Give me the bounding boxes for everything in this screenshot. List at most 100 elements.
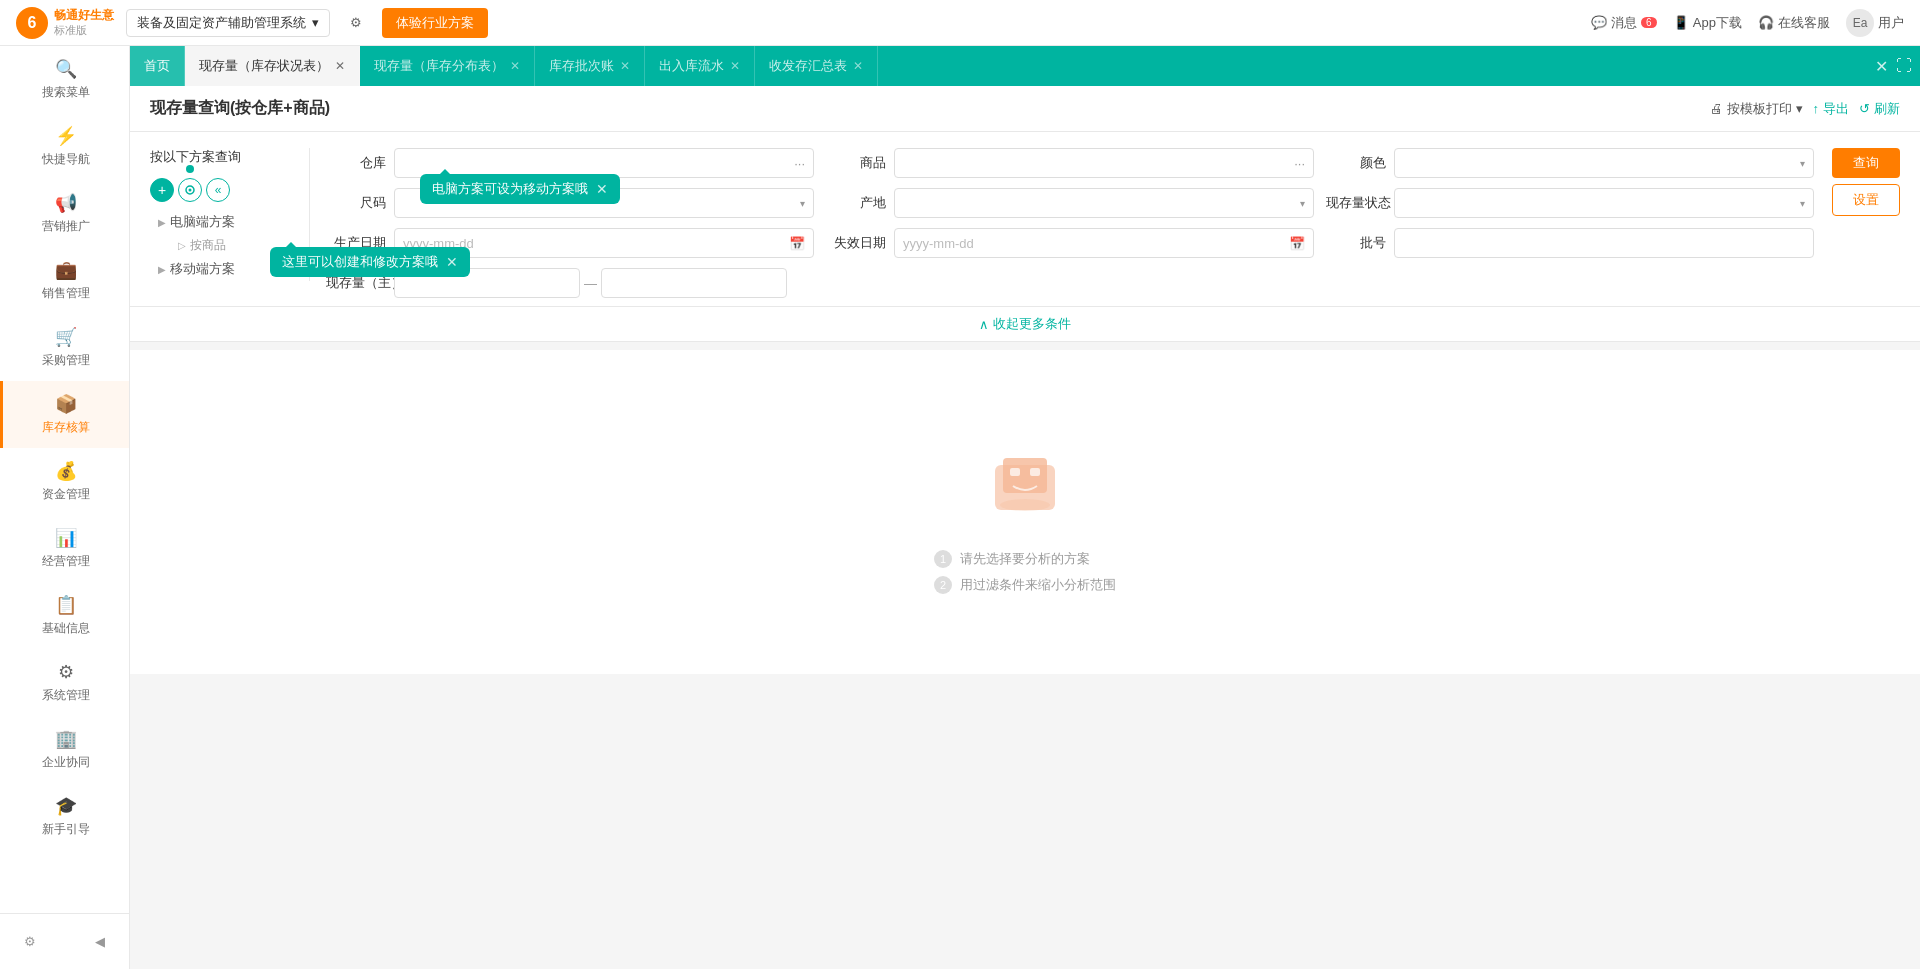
dots-menu-product[interactable]: ··· xyxy=(1294,156,1305,171)
search-button[interactable]: 查询 xyxy=(1832,148,1900,178)
empty-steps: 1 请先选择要分析的方案 2 用过滤条件来缩小分析范围 xyxy=(934,550,1116,594)
expiry-date-placeholder: yyyy-mm-dd xyxy=(903,236,974,251)
empty-illustration xyxy=(975,430,1075,530)
product-label: 商品 xyxy=(826,154,886,172)
step-2-text: 用过滤条件来缩小分析范围 xyxy=(960,576,1116,594)
refresh-btn[interactable]: ↺ 刷新 xyxy=(1859,100,1900,118)
sidebar-item-operations[interactable]: 📊 经营管理 xyxy=(0,515,129,582)
origin-select[interactable]: ▾ xyxy=(894,188,1314,218)
logo-line1: 畅通好生意 xyxy=(54,8,114,24)
collapse-bar[interactable]: ∧ 收起更多条件 xyxy=(130,307,1920,342)
edit-scheme-btn[interactable] xyxy=(178,178,202,202)
tab-inventory-dist[interactable]: 现存量（库存分布表） ✕ xyxy=(360,46,535,86)
tab-inout[interactable]: 出入库流水 ✕ xyxy=(645,46,755,86)
tab-bar-right: ✕ ⛶ xyxy=(1867,46,1920,86)
sidebar-label-finance: 资金管理 xyxy=(42,486,90,503)
tab-maximize-btn[interactable]: ⛶ xyxy=(1896,57,1912,75)
sidebar-item-system[interactable]: ⚙ 系统管理 xyxy=(0,649,129,716)
tab-inventory-status[interactable]: 现存量（库存状况表） ✕ xyxy=(185,46,360,86)
industry-button[interactable]: 体验行业方案 xyxy=(382,8,488,38)
dots-menu-warehouse[interactable]: ··· xyxy=(794,156,805,171)
tooltip-create-scheme: 这里可以创建和修改方案哦 ✕ xyxy=(270,247,470,277)
sidebar-item-finance[interactable]: 💰 资金管理 xyxy=(0,448,129,515)
tab-home[interactable]: 首页 xyxy=(130,46,185,86)
filter-right-buttons: 查询 设置 xyxy=(1832,148,1900,216)
page-title: 现存量查询(按仓库+商品) xyxy=(150,98,330,119)
sidebar-item-enterprise[interactable]: 🏢 企业协同 xyxy=(0,716,129,783)
tab-inventory-status-close[interactable]: ✕ xyxy=(335,59,345,73)
filter-row-3: 生产日期 yyyy-mm-dd 📅 失效日期 yyyy-mm xyxy=(326,228,1814,258)
app-download-item[interactable]: 📱 App下载 xyxy=(1673,14,1742,32)
filter-fields: 仓库 ··· 商品 xyxy=(326,148,1814,298)
tooltip-create-scheme-text: 这里可以创建和修改方案哦 xyxy=(282,253,438,271)
sidebar-item-search-menu[interactable]: 🔍 搜索菜单 xyxy=(0,46,129,113)
sidebar-item-inventory[interactable]: 📦 库存核算 xyxy=(0,381,129,448)
sidebar-collapse-btn[interactable]: ◀ xyxy=(83,922,117,961)
chevron-down-icon: ▾ xyxy=(312,15,319,30)
sidebar-settings-btn[interactable]: ⚙ xyxy=(12,922,48,961)
tab-batch[interactable]: 库存批次账 ✕ xyxy=(535,46,645,86)
tab-summary[interactable]: 收发存汇总表 ✕ xyxy=(755,46,878,86)
sidebar-item-guide[interactable]: 🎓 新手引导 xyxy=(0,783,129,850)
tab-summary-close[interactable]: ✕ xyxy=(853,59,863,73)
tab-close-all-btn[interactable]: ✕ xyxy=(1875,57,1888,76)
collapse-label: 收起更多条件 xyxy=(993,315,1071,333)
chart-icon: 📊 xyxy=(55,527,77,549)
chevron-stock-icon: ▾ xyxy=(1800,198,1805,209)
scheme-desktop-sub-label: 按商品 xyxy=(190,237,226,254)
expand-arrow-mobile-icon: ▶ xyxy=(158,264,166,275)
add-scheme-btn[interactable]: + xyxy=(150,178,174,202)
chevron-size-icon: ▾ xyxy=(800,198,805,209)
tooltip-create-scheme-close[interactable]: ✕ xyxy=(446,254,458,270)
reset-button[interactable]: 设置 xyxy=(1832,184,1900,216)
step-2-num: 2 xyxy=(934,576,952,594)
batch-input[interactable] xyxy=(1394,228,1814,258)
phone-icon: 📱 xyxy=(1673,15,1689,30)
graduate-icon: 🎓 xyxy=(55,795,77,817)
message-item[interactable]: 💬 消息 6 xyxy=(1591,14,1657,32)
stock-status-group: 现存量状态 ▾ xyxy=(1326,188,1814,218)
color-group: 颜色 ▾ xyxy=(1326,148,1814,178)
scheme-desktop[interactable]: ▶ 电脑端方案 xyxy=(150,210,299,234)
online-support-label: 在线客服 xyxy=(1778,14,1830,32)
expiry-date-input[interactable]: yyyy-mm-dd 📅 xyxy=(894,228,1314,258)
stock-status-select[interactable]: ▾ xyxy=(1394,188,1814,218)
sidebar-item-quick-nav[interactable]: ⚡ 快捷导航 xyxy=(0,113,129,180)
chevron-down-icon: ▾ xyxy=(1796,101,1803,116)
system-selector[interactable]: 装备及固定资产辅助管理系统 ▾ xyxy=(126,9,330,37)
stock-qty-max[interactable] xyxy=(601,268,787,298)
sidebar-label-quick-nav: 快捷导航 xyxy=(42,151,90,168)
template-print-btn[interactable]: 🖨 按模板打印 ▾ xyxy=(1710,100,1803,118)
tooltip-scheme-name-close[interactable]: ✕ xyxy=(596,181,608,197)
tooltip-scheme-name: 电脑方案可设为移动方案哦 ✕ xyxy=(420,174,620,204)
page-content: 现存量查询(按仓库+商品) 🖨 按模板打印 ▾ ↑ 导出 ↺ 刷新 xyxy=(130,86,1920,969)
svg-rect-5 xyxy=(1030,468,1040,476)
sidebar-item-purchase[interactable]: 🛒 采购管理 xyxy=(0,314,129,381)
template-print-label: 按模板打印 xyxy=(1727,100,1792,118)
batch-group: 批号 xyxy=(1326,228,1814,258)
online-support-item[interactable]: 🎧 在线客服 xyxy=(1758,14,1830,32)
clipboard-icon: 📋 xyxy=(55,594,77,616)
origin-label: 产地 xyxy=(826,194,886,212)
back-scheme-btn[interactable]: « xyxy=(206,178,230,202)
briefcase-icon: 💼 xyxy=(55,259,77,281)
tab-batch-close[interactable]: ✕ xyxy=(620,59,630,73)
sidebar-item-basic-info[interactable]: 📋 基础信息 xyxy=(0,582,129,649)
export-btn[interactable]: ↑ 导出 xyxy=(1813,100,1850,118)
printer-icon: 🖨 xyxy=(1710,101,1723,116)
calendar-prod-icon: 📅 xyxy=(789,236,805,251)
message-badge: 6 xyxy=(1641,17,1657,28)
color-select[interactable]: ▾ xyxy=(1394,148,1814,178)
product-select[interactable]: ··· xyxy=(894,148,1314,178)
empty-step-2: 2 用过滤条件来缩小分析范围 xyxy=(934,576,1116,594)
settings-icon[interactable]: ⚙ xyxy=(342,9,370,37)
sidebar-item-sales[interactable]: 💼 销售管理 xyxy=(0,247,129,314)
expand-arrow-icon: ▶ xyxy=(158,217,166,228)
calendar-expiry-icon: 📅 xyxy=(1289,236,1305,251)
tab-inout-close[interactable]: ✕ xyxy=(730,59,740,73)
tab-inventory-dist-close[interactable]: ✕ xyxy=(510,59,520,73)
sidebar-item-marketing[interactable]: 📢 营销推广 xyxy=(0,180,129,247)
logo-area: 6 畅通好生意 标准版 xyxy=(16,7,114,39)
user-item[interactable]: Ea 用户 xyxy=(1846,9,1904,37)
megaphone-icon: 📢 xyxy=(55,192,77,214)
